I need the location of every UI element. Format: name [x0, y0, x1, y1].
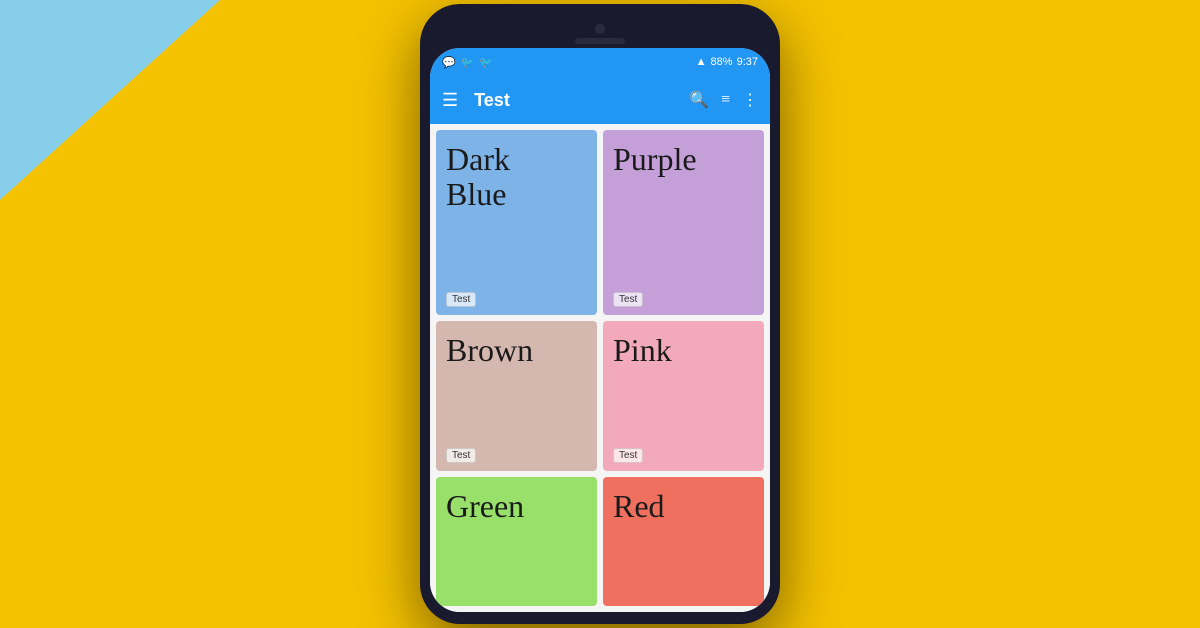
list-view-icon[interactable]: ≡ [721, 91, 730, 109]
card-green[interactable]: Green [436, 477, 597, 606]
app-bar-right: 🔍 ≡ ⋮ [689, 90, 758, 110]
background-corner [0, 0, 220, 200]
card-purple[interactable]: Purple Test [603, 130, 764, 315]
card-dark-blue-tag: Test [446, 292, 476, 307]
phone-speaker [575, 38, 625, 44]
phone-top-hardware [430, 16, 770, 48]
status-notification-icons: 💬 🐦 🐦 [442, 56, 493, 69]
wifi-signal-icon: ▲ [696, 56, 707, 68]
card-brown-title: Brown [446, 333, 587, 368]
hamburger-menu-icon[interactable]: ☰ [442, 90, 458, 111]
card-dark-blue[interactable]: DarkBlue Test [436, 130, 597, 315]
app-bar-left: ☰ Test [442, 90, 510, 111]
card-pink-title: Pink [613, 333, 754, 368]
card-dark-blue-title: DarkBlue [446, 142, 587, 212]
card-brown[interactable]: Brown Test [436, 321, 597, 471]
card-red-title: Red [613, 489, 754, 524]
status-right-area: ▲ 88% 9:37 [696, 56, 758, 68]
app-toolbar: ☰ Test 🔍 ≡ ⋮ [430, 76, 770, 124]
card-pink-tag: Test [613, 448, 643, 463]
color-cards-grid: DarkBlue Test Purple Test Brown Test Pin… [430, 124, 770, 612]
more-options-icon[interactable]: ⋮ [742, 90, 758, 110]
phone-device: 💬 🐦 🐦 ▲ 88% 9:37 ☰ Test 🔍 ≡ ⋮ [420, 4, 780, 624]
card-purple-title: Purple [613, 142, 754, 177]
card-green-title: Green [446, 489, 587, 524]
twitter-icon-2: 🐦 [479, 56, 493, 69]
time-display: 9:37 [737, 56, 758, 68]
card-pink[interactable]: Pink Test [603, 321, 764, 471]
twitter-icon-1: 🐦 [461, 56, 475, 69]
message-icon: 💬 [442, 56, 456, 69]
card-brown-tag: Test [446, 448, 476, 463]
battery-level: 88% [711, 56, 733, 68]
search-icon[interactable]: 🔍 [689, 90, 709, 110]
app-title: Test [474, 90, 510, 111]
card-purple-tag: Test [613, 292, 643, 307]
phone-screen: 💬 🐦 🐦 ▲ 88% 9:37 ☰ Test 🔍 ≡ ⋮ [430, 48, 770, 612]
card-red[interactable]: Red [603, 477, 764, 606]
phone-camera [595, 24, 605, 34]
status-bar: 💬 🐦 🐦 ▲ 88% 9:37 [430, 48, 770, 76]
